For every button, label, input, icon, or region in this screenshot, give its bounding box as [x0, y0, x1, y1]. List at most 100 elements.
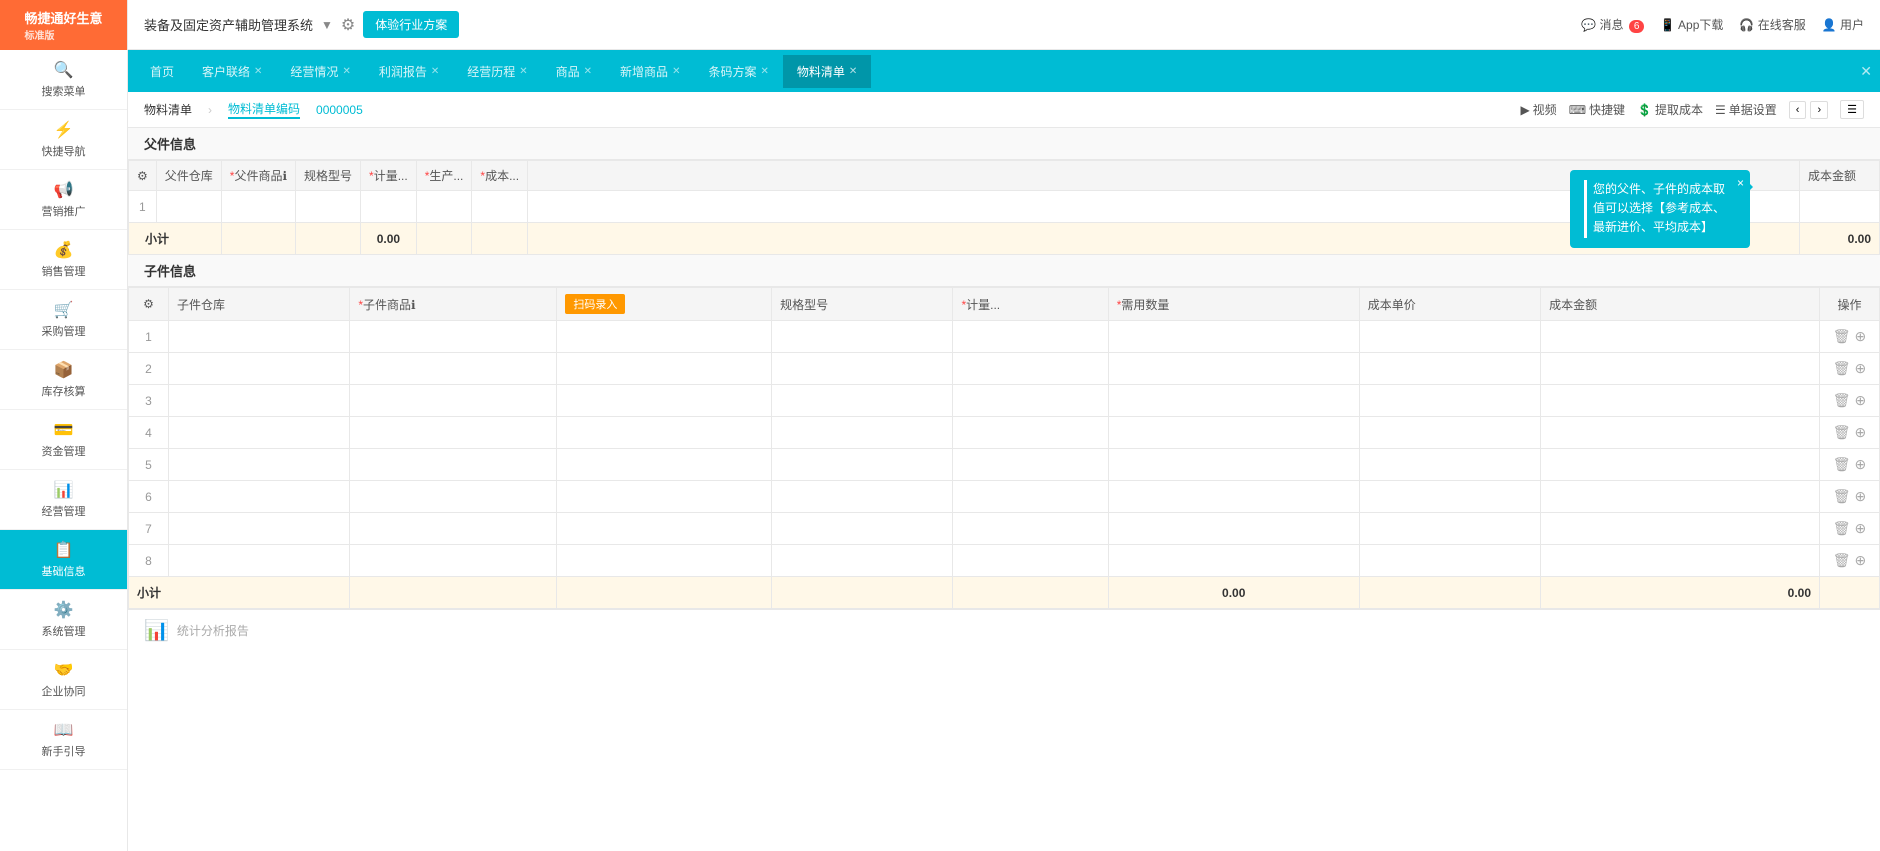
- close-tab-icon[interactable]: ✕: [760, 66, 768, 77]
- sidebar-item-新手引导[interactable]: 📖新手引导: [0, 710, 127, 770]
- nav-tab-首页[interactable]: 首页: [136, 55, 188, 88]
- extract-cost-toolbar-item[interactable]: 💲 提取成本: [1637, 101, 1703, 118]
- nav-tab-客户联络[interactable]: 客户联络✕: [188, 55, 276, 88]
- child-unit-cost-cell[interactable]: [1359, 513, 1540, 545]
- sidebar-item-采购管理[interactable]: 🛒采购管理: [0, 290, 127, 350]
- child-col-scan[interactable]: 扫码录入: [557, 288, 772, 321]
- view-toolbar-item[interactable]: ▶ 视频: [1520, 101, 1556, 118]
- bottom-icon[interactable]: 📊: [144, 618, 169, 643]
- child-product-cell[interactable]: [350, 449, 557, 481]
- breadcrumb-list[interactable]: 物料清单: [144, 101, 192, 118]
- sidebar-item-快捷导航[interactable]: ⚡快捷导航: [0, 110, 127, 170]
- child-unit-cost-cell[interactable]: [1359, 449, 1540, 481]
- child-unit-cell[interactable]: [953, 481, 1108, 513]
- breadcrumb-detail[interactable]: 物料清单编码: [228, 100, 300, 119]
- child-spec-cell[interactable]: [772, 545, 953, 577]
- child-product-cell[interactable]: [350, 513, 557, 545]
- close-tab-icon[interactable]: ✕: [342, 66, 350, 77]
- child-unit-cell[interactable]: [953, 353, 1108, 385]
- child-warehouse-cell[interactable]: [169, 321, 350, 353]
- sidebar-item-经营管理[interactable]: 📊经营管理: [0, 470, 127, 530]
- child-unit-cost-cell[interactable]: [1359, 545, 1540, 577]
- child-product-cell[interactable]: [350, 545, 557, 577]
- close-tab-icon[interactable]: ✕: [254, 66, 262, 77]
- delete-row-button[interactable]: 🗑: [1833, 392, 1851, 409]
- child-unit-cell[interactable]: [953, 449, 1108, 481]
- parent-cost-cell[interactable]: [472, 191, 528, 223]
- parent-unit-cell[interactable]: [361, 191, 417, 223]
- child-unit-cell[interactable]: [953, 385, 1108, 417]
- child-unit-cost-cell[interactable]: [1359, 321, 1540, 353]
- sidebar-item-系统管理[interactable]: ⚙️系统管理: [0, 590, 127, 650]
- child-qty-cell[interactable]: [1108, 481, 1359, 513]
- sidebar-item-营销推广[interactable]: 📢营销推广: [0, 170, 127, 230]
- close-all-tabs-icon[interactable]: ✕: [1860, 63, 1872, 80]
- online-service-link[interactable]: 🎧 在线客服: [1739, 16, 1805, 33]
- sidebar-item-企业协同[interactable]: 🤝企业协同: [0, 650, 127, 710]
- child-unit-cell[interactable]: [953, 545, 1108, 577]
- child-warehouse-cell[interactable]: [169, 449, 350, 481]
- child-product-cell[interactable]: [350, 321, 557, 353]
- message-icon[interactable]: 💬 消息 6: [1581, 16, 1644, 33]
- copy-row-button[interactable]: ⊕: [1855, 424, 1867, 441]
- copy-row-button[interactable]: ⊕: [1855, 520, 1867, 537]
- child-qty-cell[interactable]: [1108, 353, 1359, 385]
- child-product-cell[interactable]: [350, 417, 557, 449]
- child-spec-cell[interactable]: [772, 417, 953, 449]
- copy-row-button[interactable]: ⊕: [1855, 488, 1867, 505]
- child-unit-cost-cell[interactable]: [1359, 481, 1540, 513]
- child-product-cell[interactable]: [350, 385, 557, 417]
- nav-tab-物料清单[interactable]: 物料清单✕: [783, 55, 871, 88]
- app-download-link[interactable]: 📱 App下载: [1660, 16, 1723, 33]
- delete-row-button[interactable]: 🗑: [1833, 552, 1851, 569]
- child-spec-cell[interactable]: [772, 481, 953, 513]
- child-warehouse-cell[interactable]: [169, 545, 350, 577]
- child-unit-cost-cell[interactable]: [1359, 385, 1540, 417]
- close-tab-icon[interactable]: ✕: [672, 66, 680, 77]
- sidebar-item-销售管理[interactable]: 💰销售管理: [0, 230, 127, 290]
- child-qty-cell[interactable]: [1108, 513, 1359, 545]
- child-warehouse-cell[interactable]: [169, 513, 350, 545]
- close-tab-icon[interactable]: ✕: [849, 66, 857, 77]
- nav-tab-经营情况[interactable]: 经营情况✕: [276, 55, 364, 88]
- copy-row-button[interactable]: ⊕: [1855, 392, 1867, 409]
- child-warehouse-cell[interactable]: [169, 417, 350, 449]
- copy-row-button[interactable]: ⊕: [1855, 552, 1867, 569]
- child-unit-cell[interactable]: [953, 321, 1108, 353]
- parent-warehouse-cell[interactable]: [156, 191, 221, 223]
- delete-row-button[interactable]: 🗑: [1833, 424, 1851, 441]
- sidebar-item-资金管理[interactable]: 💳资金管理: [0, 410, 127, 470]
- delete-row-button[interactable]: 🗑: [1833, 328, 1851, 345]
- child-qty-cell[interactable]: [1108, 385, 1359, 417]
- delete-row-button[interactable]: 🗑: [1833, 488, 1851, 505]
- gear-icon[interactable]: ⚙: [341, 15, 355, 35]
- child-spec-cell[interactable]: [772, 321, 953, 353]
- child-spec-cell[interactable]: [772, 385, 953, 417]
- sidebar-item-搜索菜单[interactable]: 🔍搜索菜单: [0, 50, 127, 110]
- child-warehouse-cell[interactable]: [169, 481, 350, 513]
- shortcut-toolbar-item[interactable]: ⌨ 快捷键: [1569, 101, 1625, 118]
- parent-spec-cell[interactable]: [296, 191, 361, 223]
- next-button[interactable]: ›: [1810, 101, 1828, 119]
- child-warehouse-cell[interactable]: [169, 385, 350, 417]
- copy-row-button[interactable]: ⊕: [1855, 360, 1867, 377]
- trial-button[interactable]: 体验行业方案: [363, 11, 459, 38]
- close-tab-icon[interactable]: ✕: [431, 66, 439, 77]
- child-spec-cell[interactable]: [772, 513, 953, 545]
- child-warehouse-cell[interactable]: [169, 353, 350, 385]
- child-product-cell[interactable]: [350, 353, 557, 385]
- nav-tab-商品[interactable]: 商品✕: [542, 55, 606, 88]
- nav-tab-新增商品[interactable]: 新增商品✕: [606, 55, 694, 88]
- child-spec-cell[interactable]: [772, 449, 953, 481]
- child-qty-cell[interactable]: [1108, 545, 1359, 577]
- child-qty-cell[interactable]: [1108, 449, 1359, 481]
- child-unit-cost-cell[interactable]: [1359, 353, 1540, 385]
- child-qty-cell[interactable]: [1108, 321, 1359, 353]
- scan-button[interactable]: 扫码录入: [565, 294, 625, 314]
- child-unit-cell[interactable]: [953, 513, 1108, 545]
- user-avatar[interactable]: 👤 用户: [1822, 16, 1864, 33]
- parent-product-cell[interactable]: [221, 191, 295, 223]
- child-unit-cell[interactable]: [953, 417, 1108, 449]
- dropdown-icon[interactable]: ▼: [321, 18, 333, 32]
- child-spec-cell[interactable]: [772, 353, 953, 385]
